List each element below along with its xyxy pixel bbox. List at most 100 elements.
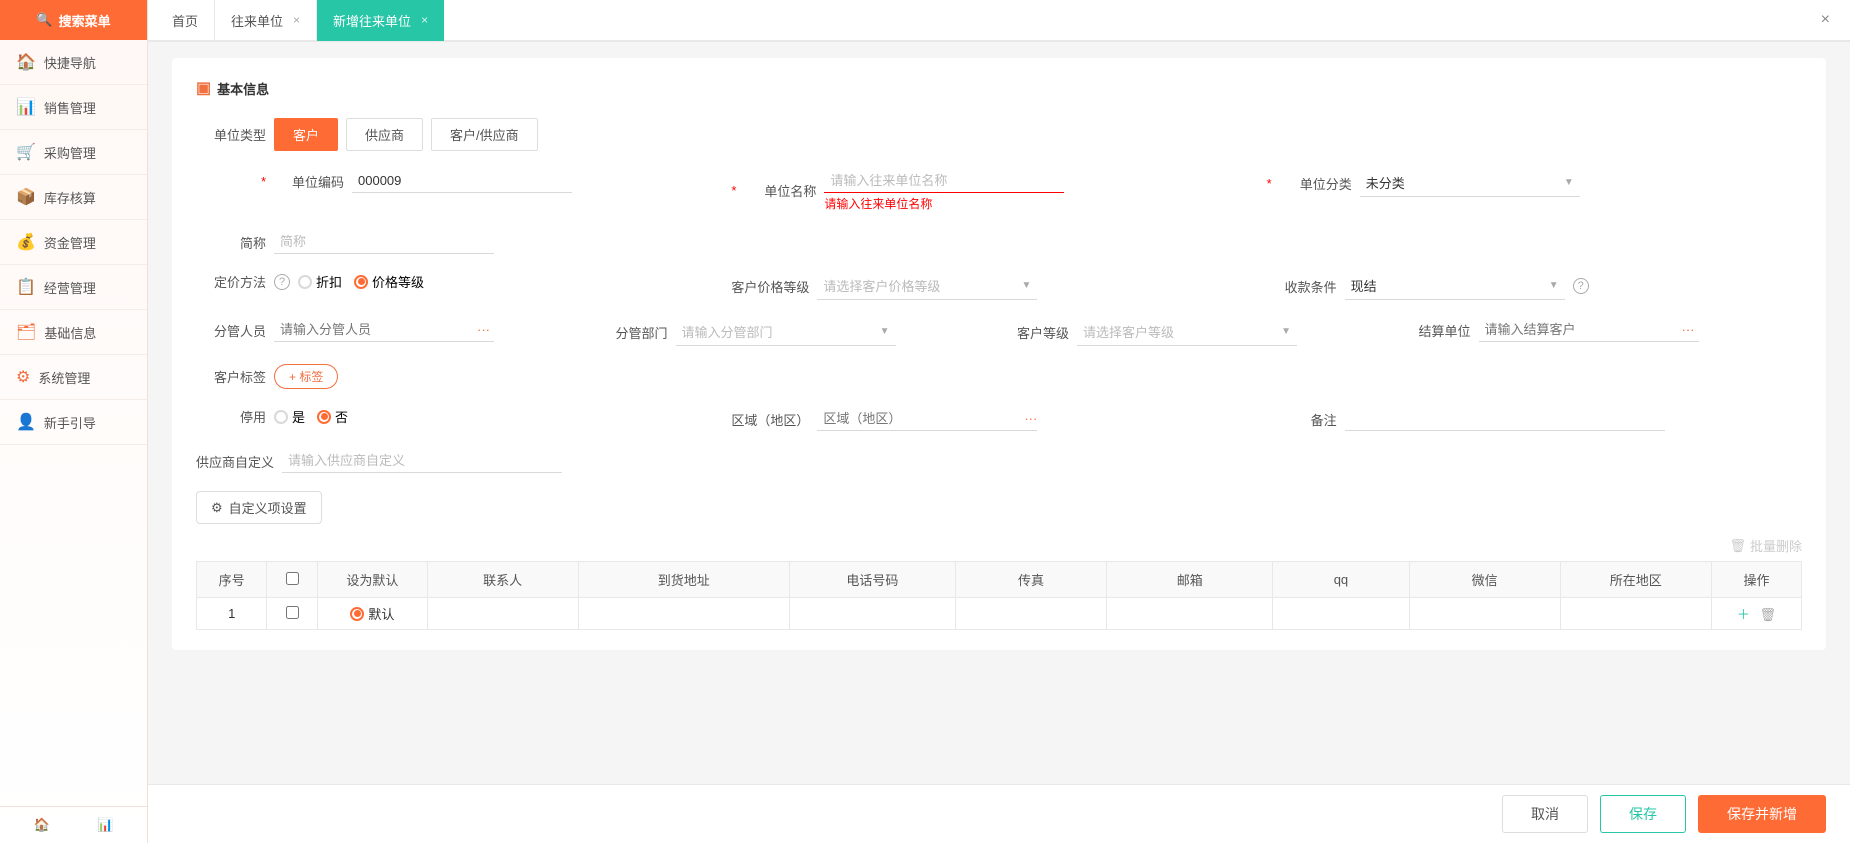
row-region [1560, 598, 1711, 630]
window-close-button[interactable]: × [1809, 11, 1842, 29]
row-default-radio-circle [350, 607, 364, 621]
radio-no[interactable]: 否 [317, 407, 348, 426]
payment-select[interactable]: 现结 ▼ [1345, 272, 1565, 300]
supplier-custom-label: 供应商自定义 [196, 452, 274, 471]
row-email-input[interactable] [1145, 606, 1235, 621]
payment-help-icon[interactable]: ? [1573, 278, 1589, 294]
radio-price-level[interactable]: 价格等级 [354, 272, 424, 291]
row-phone-input[interactable] [827, 606, 917, 621]
customer-level-select[interactable]: 请选择客户等级 ▼ [1077, 318, 1297, 346]
row-select-checkbox[interactable] [286, 606, 299, 619]
sidebar-item-finance[interactable]: 💰 资金管理 [0, 220, 147, 265]
pricing-group: 定价方法 ? 折扣 价格等级 [196, 272, 731, 291]
operations-icon: 📋 [16, 277, 36, 297]
row-address-input[interactable] [624, 606, 744, 621]
radio-no-circle [317, 410, 331, 424]
remark-input[interactable] [1345, 407, 1665, 431]
batch-delete-label[interactable]: 批量删除 [1750, 536, 1802, 555]
tag-label: 客户标签 [196, 367, 266, 386]
pricing-help-icon[interactable]: ? [274, 274, 290, 290]
footer-icon-1[interactable]: 🏠 [34, 817, 50, 833]
category-required-star: * [1267, 176, 1272, 191]
tab-home[interactable]: 首页 [156, 0, 215, 41]
row-fax-input[interactable] [991, 606, 1071, 621]
settlement-group: 结算单位 ··· [1401, 318, 1803, 342]
add-tag-button[interactable]: + 标签 [274, 364, 338, 389]
category-group: * 单位分类 未分类 ▼ [1267, 169, 1802, 197]
radio-discount[interactable]: 折扣 [298, 272, 342, 291]
search-icon: 🔍 [36, 12, 52, 28]
sidebar-item-sales[interactable]: 📊 销售管理 [0, 85, 147, 130]
save-button[interactable]: 保存 [1600, 795, 1686, 833]
region-input[interactable] [817, 407, 1024, 430]
row-wechat [1409, 598, 1560, 630]
tab-new-partner-close[interactable]: × [421, 13, 428, 27]
row-contact [427, 598, 578, 630]
sidebar-search[interactable]: 🔍 搜索菜单 [0, 0, 147, 40]
row-qq-input[interactable] [1306, 606, 1376, 621]
remark-label: 备注 [1267, 410, 1337, 429]
settlement-input[interactable] [1479, 318, 1678, 341]
short-name-row: 简称 [196, 230, 1802, 254]
code-input[interactable] [352, 169, 572, 193]
main-area: 首页 往来单位 × 新增往来单位 × × ▣ 基本信息 单位类型 客户 [148, 0, 1850, 843]
row-contact-input[interactable] [463, 606, 543, 621]
manager-dots-icon[interactable]: ··· [473, 322, 494, 337]
custom-settings-button[interactable]: ⚙ 自定义项设置 [196, 491, 322, 524]
row-fax [955, 598, 1106, 630]
system-icon: ⚙ [16, 367, 30, 387]
inventory-icon: 📦 [16, 187, 36, 207]
price-level-chevron-icon: ▼ [1021, 280, 1031, 291]
radio-yes[interactable]: 是 [274, 407, 305, 426]
unit-btn-supplier[interactable]: 供应商 [346, 118, 423, 151]
pricing-label: 定价方法 [196, 272, 266, 291]
row-checkbox [267, 598, 318, 630]
card-title: ▣ 基本信息 [196, 78, 1802, 98]
row-wechat-input[interactable] [1445, 606, 1525, 621]
dept-label: 分管部门 [598, 323, 668, 342]
unit-type-label: 单位类型 [196, 125, 266, 144]
sidebar-item-guide[interactable]: 👤 新手引导 [0, 400, 147, 445]
tab-partner[interactable]: 往来单位 × [215, 0, 317, 41]
category-select[interactable]: 未分类 ▼ [1360, 169, 1580, 197]
sidebar-item-system[interactable]: ⚙ 系统管理 [0, 355, 147, 400]
dept-select[interactable]: 请输入分管部门 ▼ [676, 318, 896, 346]
region-dots-icon[interactable]: ··· [1024, 411, 1037, 426]
payment-value: 现结 [1351, 276, 1543, 295]
cancel-button[interactable]: 取消 [1502, 795, 1588, 833]
col-email: 邮箱 [1107, 562, 1273, 598]
unit-btn-both[interactable]: 客户/供应商 [431, 118, 538, 151]
sidebar-item-operations[interactable]: 📋 经营管理 [0, 265, 147, 310]
name-input[interactable] [824, 169, 1064, 193]
select-all-checkbox[interactable] [286, 572, 299, 585]
name-label: 单位名称 [746, 181, 816, 200]
code-label [196, 174, 266, 189]
footer-icon-2[interactable]: 📊 [97, 817, 113, 833]
settlement-dots-icon[interactable]: ··· [1678, 322, 1699, 337]
sidebar-item-purchase[interactable]: 🛒 采购管理 [0, 130, 147, 175]
supplier-custom-input[interactable] [282, 449, 562, 473]
unit-btn-customer[interactable]: 客户 [274, 118, 338, 151]
row-default-radio[interactable]: 默认 [328, 604, 416, 623]
sidebar-item-inventory[interactable]: 📦 库存核算 [0, 175, 147, 220]
row-no: 1 [197, 598, 267, 630]
code-name-row: 单位编码 * 单位名称 请输入往来单位名称 * 单位分类 未分类 [196, 169, 1802, 212]
disable-group: 停用 是 否 [196, 407, 731, 426]
radio-price-level-circle [354, 275, 368, 289]
sidebar-item-basic-info[interactable]: 🗂 基础信息 [0, 310, 147, 355]
save-new-button[interactable]: 保存并新增 [1698, 795, 1826, 833]
row-delete-icon[interactable]: 🗑 [1760, 607, 1777, 622]
category-label: 单位分类 [1282, 174, 1352, 193]
row-add-icon[interactable]: ＋ [1737, 607, 1750, 622]
price-level-select[interactable]: 请选择客户价格等级 ▼ [817, 272, 1037, 300]
sidebar-item-quick-nav[interactable]: 🏠 快捷导航 [0, 40, 147, 85]
settings-gear-icon: ⚙ [211, 500, 223, 516]
manager-input[interactable] [274, 318, 473, 341]
basic-info-icon: 🗂 [16, 322, 36, 342]
tab-partner-close[interactable]: × [293, 13, 300, 27]
row-region-input[interactable] [1596, 606, 1676, 621]
sidebar-item-label: 新手引导 [44, 413, 96, 432]
sidebar-footer: 🏠 📊 [0, 806, 147, 843]
short-name-input[interactable] [274, 230, 494, 254]
tab-new-partner[interactable]: 新增往来单位 × [317, 0, 444, 41]
